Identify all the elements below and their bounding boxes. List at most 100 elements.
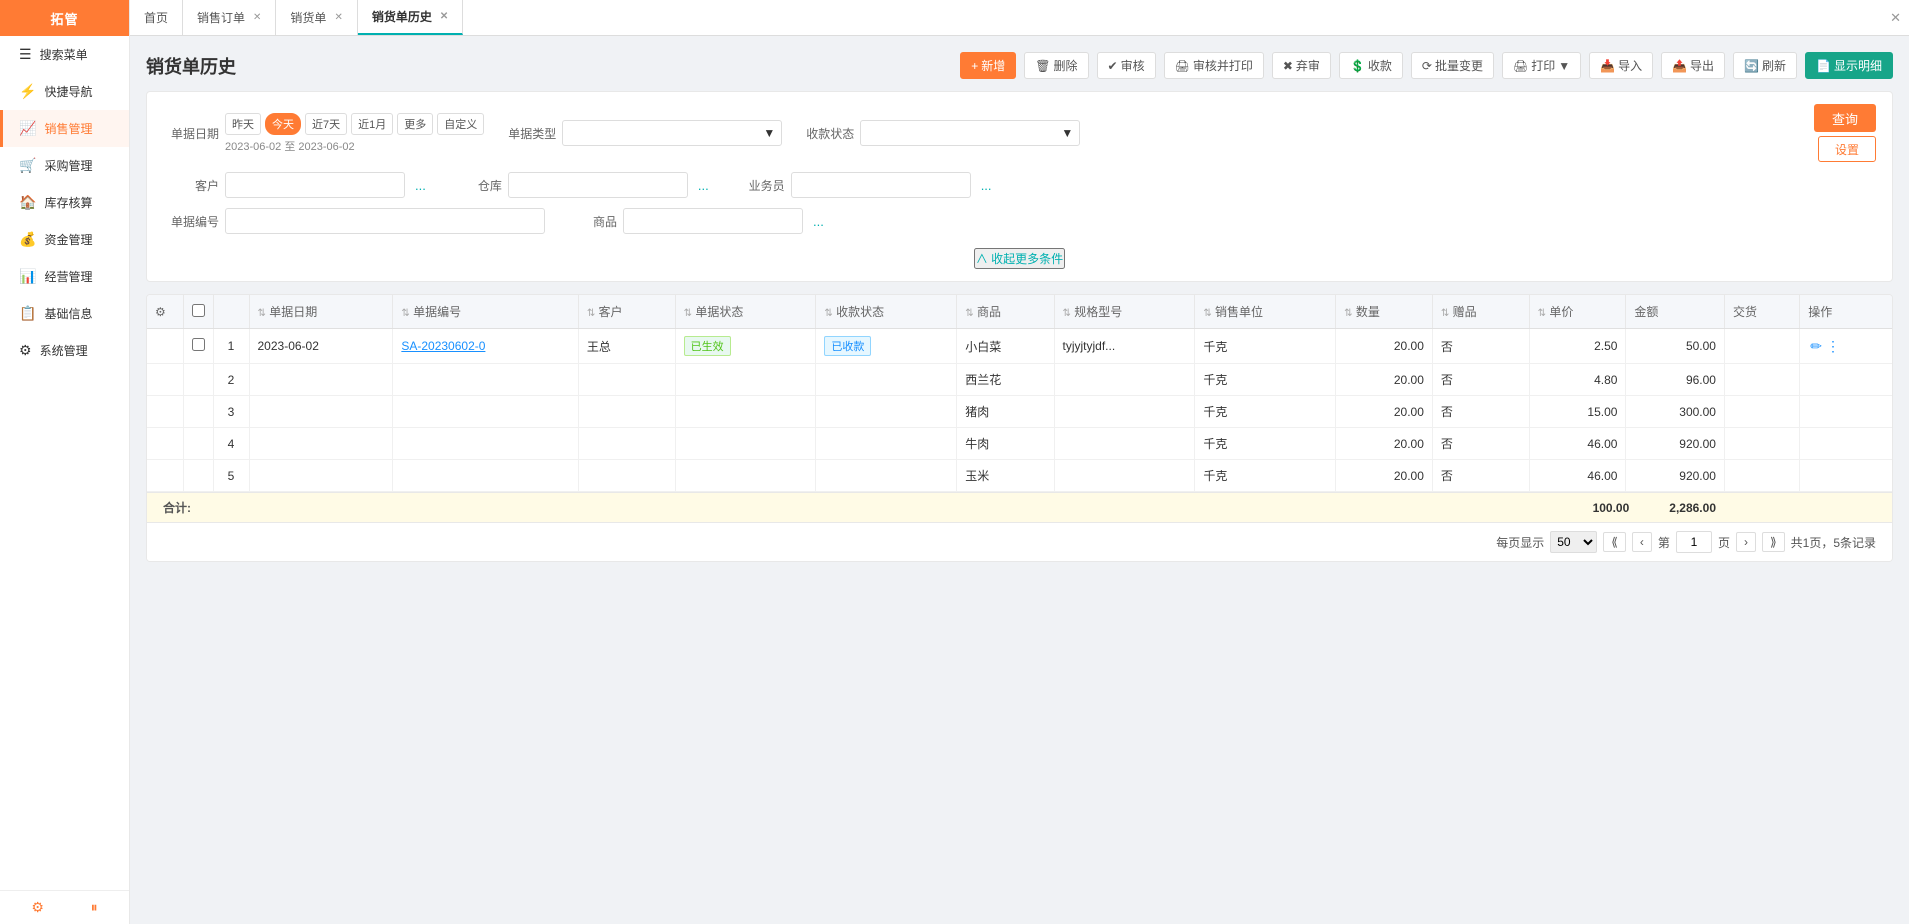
salesman-input[interactable]	[791, 172, 971, 198]
per-page-select[interactable]: 50 100 200	[1550, 531, 1597, 553]
doc-no-label: 单据编号	[163, 213, 219, 230]
th-doc-no[interactable]: ⇅ 单据编号	[393, 295, 578, 329]
export-button[interactable]: 📤 导出	[1661, 52, 1725, 79]
th-unit[interactable]: ⇅ 销售单位	[1195, 295, 1336, 329]
filter-doc-no: 单据编号	[163, 208, 545, 234]
date-btn-7days[interactable]: 近7天	[305, 113, 347, 135]
doc-no-input[interactable]	[225, 208, 545, 234]
batch-change-button[interactable]: ⟳ 批量变更	[1411, 52, 1494, 79]
sidebar-item-label: 基础信息	[44, 305, 92, 322]
th-quantity[interactable]: ⇅ 数量	[1336, 295, 1433, 329]
goods-ellipsis[interactable]: ...	[809, 214, 828, 229]
tab-home[interactable]: 首页	[130, 0, 183, 35]
goods-input[interactable]	[623, 208, 803, 234]
sidebar-settings-icon[interactable]: ⚙	[31, 899, 44, 916]
cell-doc-status	[675, 460, 816, 492]
customer-input[interactable]	[225, 172, 405, 198]
audit-button[interactable]: ✔ 审核	[1097, 52, 1156, 79]
select-all-checkbox[interactable]	[192, 304, 205, 317]
th-gift[interactable]: ⇅ 赠品	[1432, 295, 1529, 329]
sidebar-item-label: 快捷导航	[44, 83, 92, 100]
filter-date: 单据日期 昨天 今天 近7天 近1月 更多 自定义 2023-06-02 至 2…	[163, 113, 484, 154]
warehouse-input[interactable]	[508, 172, 688, 198]
pg-first-button[interactable]: ⟪	[1603, 532, 1626, 552]
edit-icon[interactable]: ✏	[1810, 338, 1822, 354]
delete-button[interactable]: 🗑 删除	[1024, 52, 1088, 79]
collapse-button[interactable]: ∧ 收起更多条件	[974, 248, 1065, 269]
doc-type-select[interactable]: ▼	[562, 120, 782, 146]
row-checkbox[interactable]	[192, 338, 205, 351]
sidebar-item-ops-mgmt[interactable]: 📊 经营管理	[0, 258, 129, 295]
show-detail-button[interactable]: 📄 显示明细	[1805, 52, 1893, 79]
pg-page-input[interactable]	[1676, 531, 1712, 553]
date-btn-1month[interactable]: 近1月	[351, 113, 393, 135]
tabs-end[interactable]: ✕	[1890, 10, 1909, 26]
th-doc-status[interactable]: ⇅ 单据状态	[675, 295, 816, 329]
tab-sales-history[interactable]: 销货单历史 ✕	[358, 0, 463, 35]
sidebar-item-purchase-mgmt[interactable]: 🛒 采购管理	[0, 147, 129, 184]
th-payment-status[interactable]: ⇅ 收款状态	[816, 295, 957, 329]
tab-sales-bill-close[interactable]: ✕	[334, 12, 342, 23]
import-button[interactable]: 📥 导入	[1589, 52, 1653, 79]
payment-status-select[interactable]: ▼	[860, 120, 1080, 146]
date-btn-yesterday[interactable]: 昨天	[225, 113, 261, 135]
pg-last-button[interactable]: ⟫	[1762, 532, 1785, 552]
cell-action	[1800, 396, 1892, 428]
audit-print-icon: 🖨	[1175, 59, 1190, 73]
th-doc-date[interactable]: ⇅ 单据日期	[249, 295, 393, 329]
sidebar-collapse-icon[interactable]: ⏸	[91, 899, 98, 916]
th-amount[interactable]: 金额	[1626, 295, 1725, 329]
collect-button[interactable]: 💲 收款	[1339, 52, 1403, 79]
pg-prev-button[interactable]: ‹	[1632, 532, 1652, 552]
page-title: 销货单历史	[146, 53, 236, 79]
date-btn-more[interactable]: 更多	[397, 113, 433, 135]
print-button[interactable]: 🖨 打印 ▼	[1502, 52, 1581, 79]
cell-unit-price: 15.00	[1529, 396, 1626, 428]
new-button[interactable]: + 新增	[960, 52, 1016, 79]
more-icon[interactable]: ⋮	[1826, 338, 1840, 354]
sidebar-item-search-menu[interactable]: ☰ 搜索菜单	[0, 36, 129, 73]
abandon-button[interactable]: ✖ 弃审	[1272, 52, 1331, 79]
inventory-icon: 🏠	[19, 194, 36, 211]
date-btn-today[interactable]: 今天	[265, 113, 301, 135]
sidebar-item-basic-info[interactable]: 📋 基础信息	[0, 295, 129, 332]
set-button[interactable]: 设置	[1818, 136, 1876, 162]
th-unit-price[interactable]: ⇅ 单价	[1529, 295, 1626, 329]
sidebar-item-inventory[interactable]: 🏠 库存核算	[0, 184, 129, 221]
th-spec[interactable]: ⇅ 规格型号	[1054, 295, 1195, 329]
cell-spec	[1054, 396, 1195, 428]
th-gear[interactable]: ⚙	[147, 295, 183, 329]
doc-no-link[interactable]: SA-20230602-0	[401, 339, 485, 353]
refresh-button[interactable]: 🔄 刷新	[1733, 52, 1797, 79]
sidebar-item-finance[interactable]: 💰 资金管理	[0, 221, 129, 258]
audit-print-button[interactable]: 🖨 审核并打印	[1164, 52, 1264, 79]
cell-payment-status: 已收款	[816, 329, 957, 364]
warehouse-ellipsis[interactable]: ...	[694, 178, 713, 193]
sidebar-item-quick-nav[interactable]: ⚡ 快捷导航	[0, 73, 129, 110]
tab-sales-bill[interactable]: 销货单 ✕	[276, 0, 357, 35]
cell-gear	[147, 364, 183, 396]
query-button[interactable]: 查询	[1814, 104, 1876, 132]
salesman-ellipsis[interactable]: ...	[977, 178, 996, 193]
goods-label: 商品	[561, 213, 617, 230]
th-goods[interactable]: ⇅ 商品	[957, 295, 1054, 329]
cell-amount: 300.00	[1626, 396, 1725, 428]
date-range-value: 2023-06-02 至 2023-06-02	[225, 138, 484, 154]
sort-icon: ⇅	[1538, 308, 1546, 319]
cell-payment-status	[816, 396, 957, 428]
abandon-icon: ✖	[1283, 59, 1293, 73]
cell-quantity: 20.00	[1336, 460, 1433, 492]
audit-icon: ✔	[1108, 59, 1118, 73]
tab-sales-history-close[interactable]: ✕	[440, 11, 448, 22]
sidebar-item-sales-mgmt[interactable]: 📈 销售管理	[0, 110, 129, 147]
date-btn-custom[interactable]: 自定义	[437, 113, 484, 135]
th-customer[interactable]: ⇅ 客户	[578, 295, 675, 329]
tab-sales-order-close[interactable]: ✕	[253, 12, 261, 23]
tab-sales-order[interactable]: 销售订单 ✕	[183, 0, 276, 35]
summary-values: 100.00 2,286.00	[199, 501, 1876, 515]
sidebar-item-sys-mgmt[interactable]: ⚙ 系统管理	[0, 332, 129, 369]
customer-ellipsis[interactable]: ...	[411, 178, 430, 193]
sort-icon: ⇅	[1203, 308, 1211, 319]
sidebar: 拓管 ☰ 搜索菜单 ⚡ 快捷导航 📈 销售管理 🛒 采购管理 🏠 库存核算 💰 …	[0, 0, 130, 924]
pg-next-button[interactable]: ›	[1736, 532, 1756, 552]
